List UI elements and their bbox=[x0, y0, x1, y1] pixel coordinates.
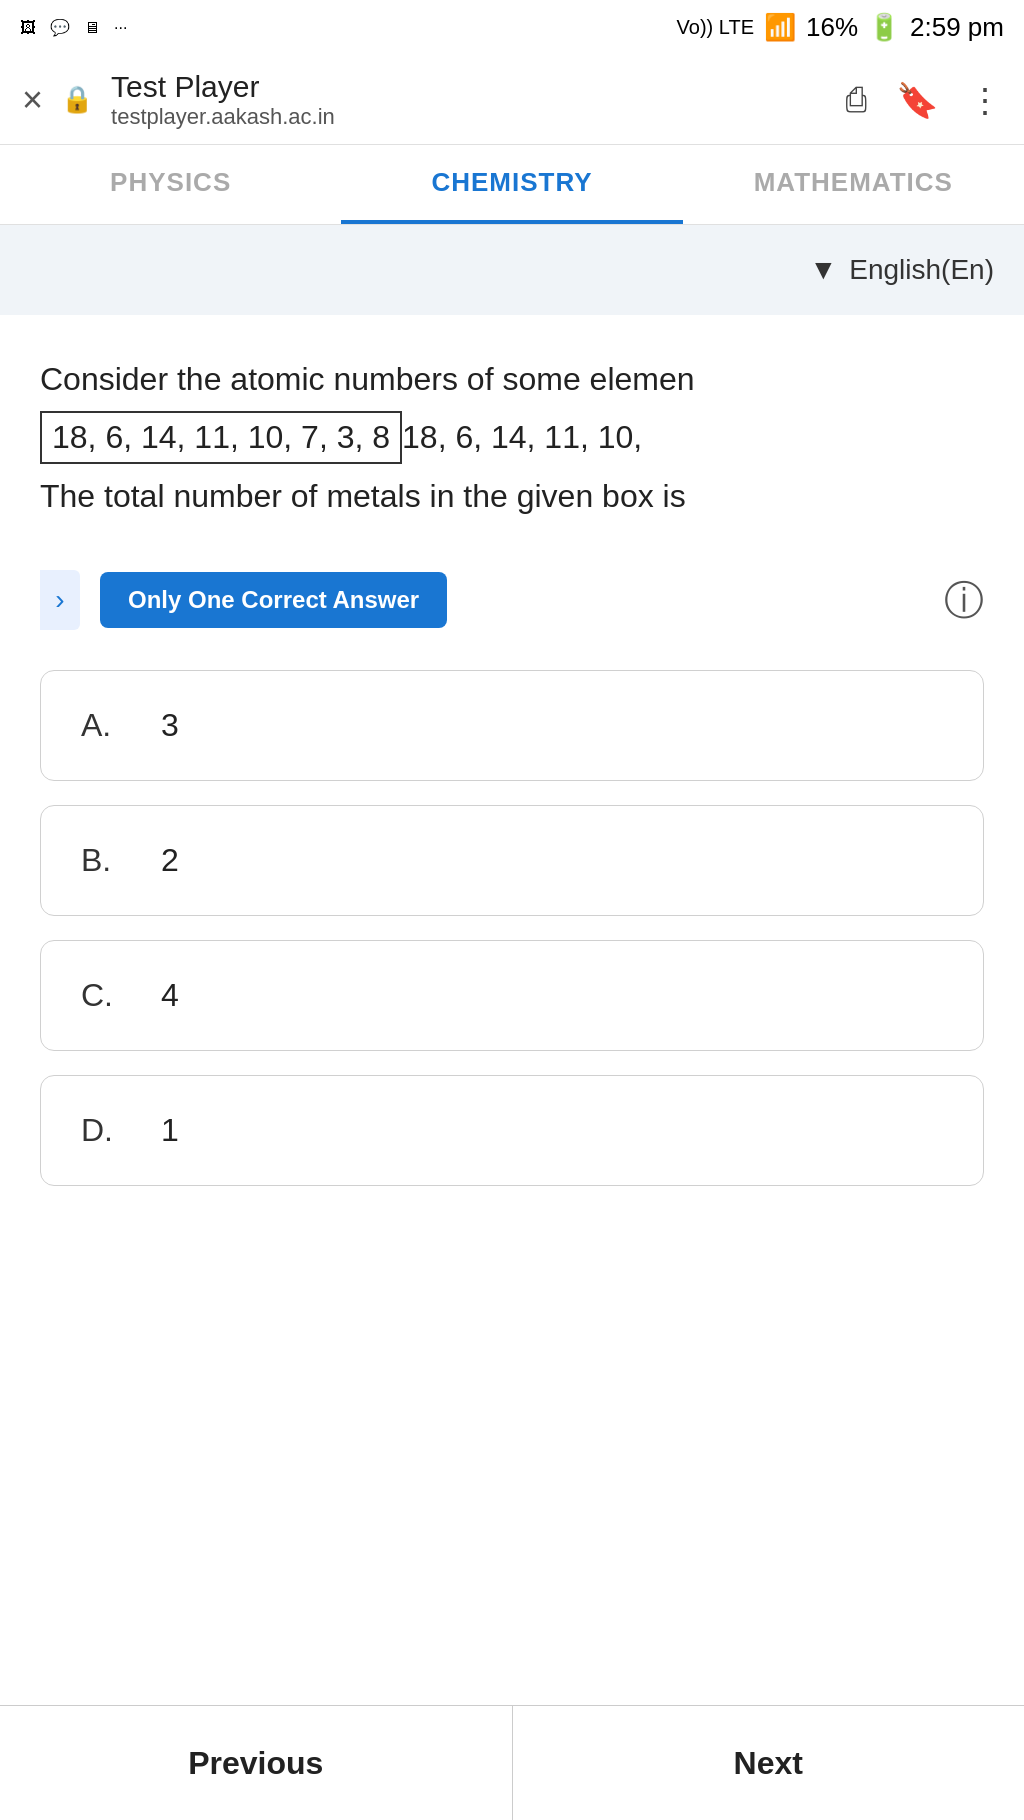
browser-actions: ⎙ 🔖 ⋮ bbox=[846, 80, 1002, 120]
browser-left: × 🔒 Test Player testplayer.aakash.ac.in bbox=[22, 70, 335, 130]
more-icon: ··· bbox=[114, 19, 127, 37]
site-title: Test Player bbox=[111, 70, 335, 104]
chat-icon: 💬 bbox=[50, 18, 70, 37]
subject-tabs: PHYSICS CHEMISTRY MATHEMATICS bbox=[0, 145, 1024, 225]
question-area: Consider the atomic numbers of some elem… bbox=[0, 315, 1024, 540]
image-icon: 🖼 bbox=[20, 19, 36, 37]
option-b-label: B. bbox=[81, 842, 131, 879]
option-a[interactable]: A. 3 bbox=[40, 670, 984, 781]
status-bar-right: Vo)) LTE 📶 16% 🔋 2:59 pm bbox=[677, 12, 1004, 43]
option-c[interactable]: C. 4 bbox=[40, 940, 984, 1051]
browser-bar: × 🔒 Test Player testplayer.aakash.ac.in … bbox=[0, 55, 1024, 145]
previous-button[interactable]: Previous bbox=[0, 1706, 513, 1820]
tab-physics[interactable]: PHYSICS bbox=[0, 145, 341, 224]
menu-icon[interactable]: ⋮ bbox=[968, 80, 1002, 120]
chevron-down-icon: ▼ bbox=[810, 254, 838, 286]
info-icon[interactable]: ⓘ bbox=[944, 573, 984, 628]
next-button[interactable]: Next bbox=[513, 1706, 1025, 1820]
question-overflow: 18, 6, 14, 11, 10, bbox=[402, 419, 642, 456]
option-a-label: A. bbox=[81, 707, 131, 744]
option-d[interactable]: D. 1 bbox=[40, 1075, 984, 1186]
lte-icon: Vo)) LTE bbox=[677, 16, 754, 39]
display-icon: 🖥 bbox=[84, 19, 100, 37]
question-box: 18, 6, 14, 11, 10, 7, 3, 8 bbox=[40, 411, 402, 464]
lock-icon: 🔒 bbox=[61, 84, 93, 115]
battery-level: 16% bbox=[806, 12, 858, 43]
option-b-value: 2 bbox=[161, 842, 179, 879]
option-b[interactable]: B. 2 bbox=[40, 805, 984, 916]
option-c-label: C. bbox=[81, 977, 131, 1014]
question-box-row: 18, 6, 14, 11, 10, 7, 3, 8 18, 6, 14, 11… bbox=[40, 411, 984, 464]
options-area: A. 3 B. 2 C. 4 D. 1 bbox=[0, 650, 1024, 1206]
language-label: English(En) bbox=[849, 254, 994, 286]
option-d-label: D. bbox=[81, 1112, 131, 1149]
question-line3: The total number of metals in the given … bbox=[40, 472, 984, 520]
tab-chemistry[interactable]: CHEMISTRY bbox=[341, 145, 682, 224]
share-icon[interactable]: ⎙ bbox=[846, 80, 866, 119]
option-c-value: 4 bbox=[161, 977, 179, 1014]
tab-mathematics[interactable]: MATHEMATICS bbox=[683, 145, 1024, 224]
answer-type-row: › Only One Correct Answer ⓘ bbox=[0, 540, 1024, 650]
close-button[interactable]: × bbox=[22, 79, 43, 121]
option-a-value: 3 bbox=[161, 707, 179, 744]
language-bar: ▼ English(En) bbox=[0, 225, 1024, 315]
site-url: testplayer.aakash.ac.in bbox=[111, 104, 335, 130]
nav-buttons: Previous Next bbox=[0, 1705, 1024, 1820]
status-bar-left: 🖼 💬 🖥 ··· bbox=[20, 18, 127, 37]
bookmark-icon[interactable]: 🔖 bbox=[896, 80, 938, 120]
option-d-value: 1 bbox=[161, 1112, 179, 1149]
browser-title: Test Player testplayer.aakash.ac.in bbox=[111, 70, 335, 130]
clock: 2:59 pm bbox=[910, 12, 1004, 43]
battery-icon: 🔋 bbox=[868, 12, 900, 43]
answer-type-badge: Only One Correct Answer bbox=[100, 572, 447, 628]
left-arrow-icon[interactable]: › bbox=[40, 570, 80, 630]
question-line1: Consider the atomic numbers of some elem… bbox=[40, 355, 984, 403]
language-selector[interactable]: ▼ English(En) bbox=[810, 254, 994, 286]
status-bar: 🖼 💬 🖥 ··· Vo)) LTE 📶 16% 🔋 2:59 pm bbox=[0, 0, 1024, 55]
wifi-icon: 📶 bbox=[764, 12, 796, 43]
